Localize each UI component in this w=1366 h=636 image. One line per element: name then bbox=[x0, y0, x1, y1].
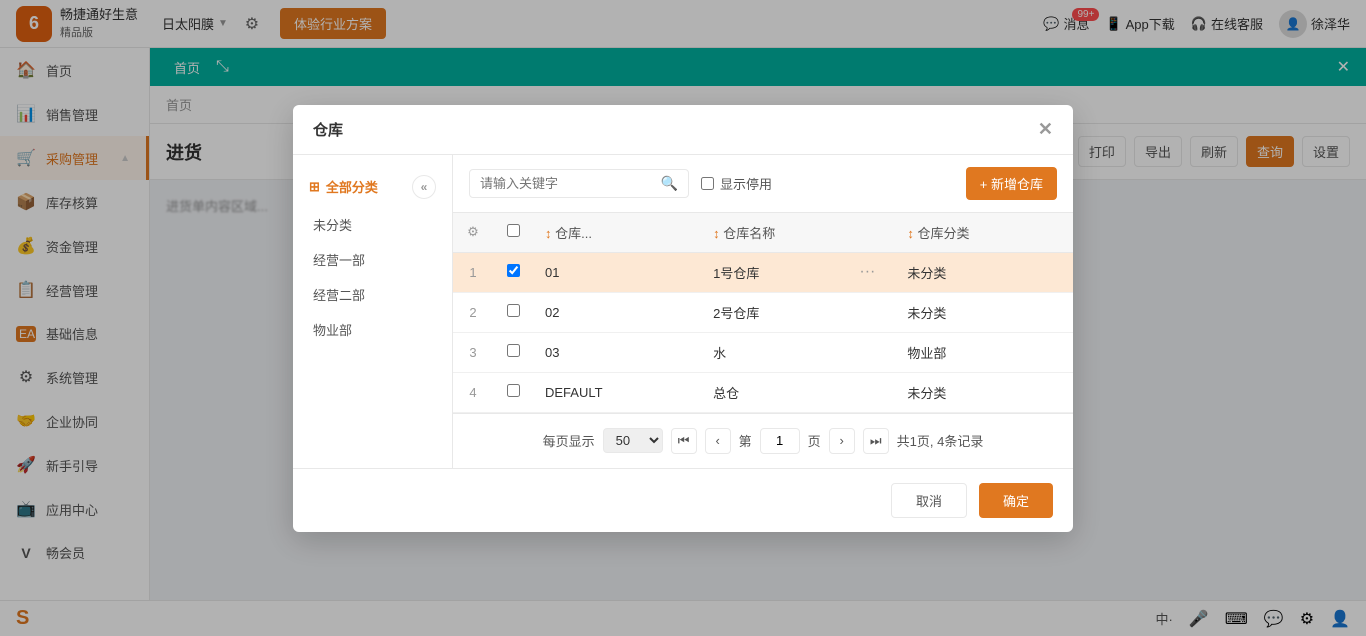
row-name-0: 1号仓库··· bbox=[701, 252, 895, 292]
row-name-3: 总仓 bbox=[701, 372, 895, 412]
all-category-header[interactable]: ⊞ 全部分类 « bbox=[293, 167, 452, 207]
col-header-name: ↕ 仓库名称 bbox=[701, 213, 895, 253]
row-code-0: 01 bbox=[533, 252, 701, 292]
category-item-unclassified[interactable]: 未分类 bbox=[293, 207, 452, 242]
grid-icon: ⊞ bbox=[309, 179, 320, 195]
all-category-label: 全部分类 bbox=[326, 177, 378, 196]
col-header-category: ↕ 仓库分类 bbox=[895, 213, 1073, 253]
dialog-footer: 取消 确定 bbox=[293, 468, 1073, 532]
per-page-select[interactable]: 50 100 bbox=[603, 428, 663, 453]
category-label-ops2: 经营二部 bbox=[313, 288, 365, 303]
row-code-1: 02 bbox=[533, 292, 701, 332]
category-item-ops2[interactable]: 经营二部 bbox=[293, 277, 452, 312]
col-header-code: ↕ 仓库... bbox=[533, 213, 701, 253]
per-page-label: 每页显示 bbox=[543, 431, 595, 450]
col-header-num: ⚙ bbox=[453, 213, 493, 253]
page-suffix: 页 bbox=[808, 431, 821, 450]
warehouse-table: ⚙ ↕ 仓库... ↕ bbox=[453, 213, 1073, 413]
row-num-1: 2 bbox=[453, 292, 493, 332]
select-all-checkbox[interactable] bbox=[507, 224, 520, 237]
table-wrapper: ⚙ ↕ 仓库... ↕ bbox=[453, 213, 1073, 413]
table-row[interactable]: 4 DEFAULT 总仓 未分类 bbox=[453, 372, 1073, 412]
total-record: 共1页, 4条记录 bbox=[897, 431, 984, 450]
row-category-1: 未分类 bbox=[895, 292, 1073, 332]
row-category-0: 未分类 bbox=[895, 252, 1073, 292]
first-page-button[interactable]: ⏮ bbox=[671, 428, 697, 454]
show-disabled-checkbox[interactable] bbox=[701, 177, 714, 190]
category-label-unclassified: 未分类 bbox=[313, 218, 352, 233]
search-icon: 🔍 bbox=[661, 175, 678, 192]
table-panel: 🔍 显示停用 + 新增仓库 ⚙ bbox=[453, 155, 1073, 468]
show-disabled-label: 显示停用 bbox=[701, 174, 772, 193]
sort-icon: ↕ bbox=[545, 226, 552, 241]
category-label-property: 物业部 bbox=[313, 323, 352, 338]
dialog-header: 仓库 ✕ bbox=[293, 105, 1073, 155]
dialog-overlay: 仓库 ✕ ⊞ 全部分类 « 未分类 经营一部 经营二部 bbox=[0, 0, 1366, 636]
row-code-3: DEFAULT bbox=[533, 372, 701, 412]
row-code-2: 03 bbox=[533, 332, 701, 372]
row-num-3: 4 bbox=[453, 372, 493, 412]
row-cb-3[interactable] bbox=[493, 372, 533, 412]
table-row[interactable]: 3 03 水 物业部 bbox=[453, 332, 1073, 372]
row-name-2: 水 bbox=[701, 332, 895, 372]
row-category-3: 未分类 bbox=[895, 372, 1073, 412]
table-row[interactable]: 1 01 1号仓库··· 未分类 bbox=[453, 252, 1073, 292]
show-disabled-text: 显示停用 bbox=[720, 174, 772, 193]
row-cb-0[interactable] bbox=[493, 252, 533, 292]
category-item-property[interactable]: 物业部 bbox=[293, 312, 452, 347]
dialog-title: 仓库 bbox=[313, 119, 343, 140]
gear-col-icon[interactable]: ⚙ bbox=[467, 224, 479, 239]
new-warehouse-button[interactable]: + 新增仓库 bbox=[966, 167, 1057, 200]
page-input[interactable] bbox=[760, 428, 800, 454]
warehouse-dialog: 仓库 ✕ ⊞ 全部分类 « 未分类 经营一部 经营二部 bbox=[293, 105, 1073, 532]
row-name-1: 2号仓库 bbox=[701, 292, 895, 332]
table-row[interactable]: 2 02 2号仓库 未分类 bbox=[453, 292, 1073, 332]
cancel-button[interactable]: 取消 bbox=[891, 483, 967, 518]
confirm-button[interactable]: 确定 bbox=[979, 483, 1053, 518]
row-num-2: 3 bbox=[453, 332, 493, 372]
dialog-body: ⊞ 全部分类 « 未分类 经营一部 经营二部 物业部 bbox=[293, 155, 1073, 468]
pagination: 每页显示 50 100 ⏮ ‹ 第 页 › ⏭ 共1页, 4条记录 bbox=[453, 413, 1073, 468]
row-cb-1[interactable] bbox=[493, 292, 533, 332]
category-item-ops1[interactable]: 经营一部 bbox=[293, 242, 452, 277]
collapse-icon[interactable]: « bbox=[412, 175, 436, 199]
next-page-button[interactable]: › bbox=[829, 428, 855, 454]
page-label: 第 bbox=[739, 431, 752, 450]
last-page-button[interactable]: ⏭ bbox=[863, 428, 889, 454]
sort-icon-2: ↕ bbox=[713, 226, 720, 241]
row-category-2: 物业部 bbox=[895, 332, 1073, 372]
table-toolbar: 🔍 显示停用 + 新增仓库 bbox=[453, 155, 1073, 213]
search-input[interactable] bbox=[480, 176, 655, 191]
search-box: 🔍 bbox=[469, 169, 689, 198]
dialog-close-icon[interactable]: ✕ bbox=[1038, 119, 1053, 140]
category-label-ops1: 经营一部 bbox=[313, 253, 365, 268]
col-header-cb bbox=[493, 213, 533, 253]
row-cb-2[interactable] bbox=[493, 332, 533, 372]
row-num-0: 1 bbox=[453, 252, 493, 292]
sort-icon-3: ↕ bbox=[907, 226, 914, 241]
category-panel: ⊞ 全部分类 « 未分类 经营一部 经营二部 物业部 bbox=[293, 155, 453, 468]
prev-page-button[interactable]: ‹ bbox=[705, 428, 731, 454]
